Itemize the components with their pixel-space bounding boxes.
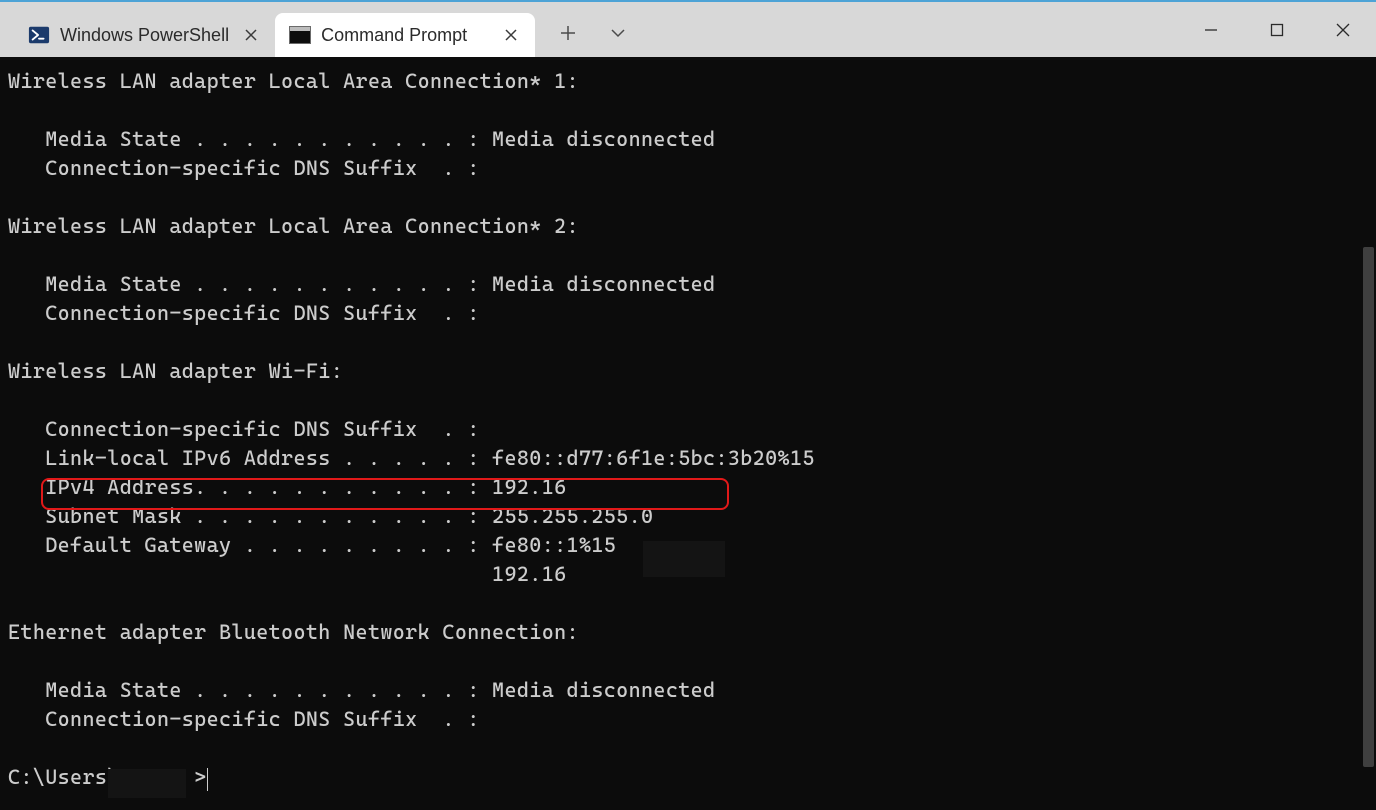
minimize-button[interactable] [1178,2,1244,57]
terminal-output: Wireless LAN adapter Local Area Connecti… [8,67,1372,792]
tab-powershell-close[interactable] [239,23,263,47]
tab-cmd[interactable]: Command Prompt [275,13,535,57]
terminal-area[interactable]: Wireless LAN adapter Local Area Connecti… [0,57,1376,810]
tab-dropdown-icon[interactable] [605,20,631,46]
tab-powershell[interactable]: Windows PowerShell [14,13,275,57]
tab-cmd-close[interactable] [499,23,523,47]
tab-actions [555,20,631,46]
window-controls [1178,2,1376,57]
maximize-button[interactable] [1244,2,1310,57]
tab-powershell-label: Windows PowerShell [60,25,229,46]
close-button[interactable] [1310,2,1376,57]
tabs-container: Windows PowerShell Command Prompt [0,2,631,57]
cursor [207,768,209,791]
window-titlebar: Windows PowerShell Command Prompt [0,2,1376,57]
new-tab-button[interactable] [555,20,581,46]
tab-cmd-label: Command Prompt [321,25,467,46]
cmd-icon [289,26,311,44]
powershell-icon [28,24,50,46]
scroll-thumb[interactable] [1363,247,1374,767]
scrollbar[interactable] [1362,57,1376,810]
